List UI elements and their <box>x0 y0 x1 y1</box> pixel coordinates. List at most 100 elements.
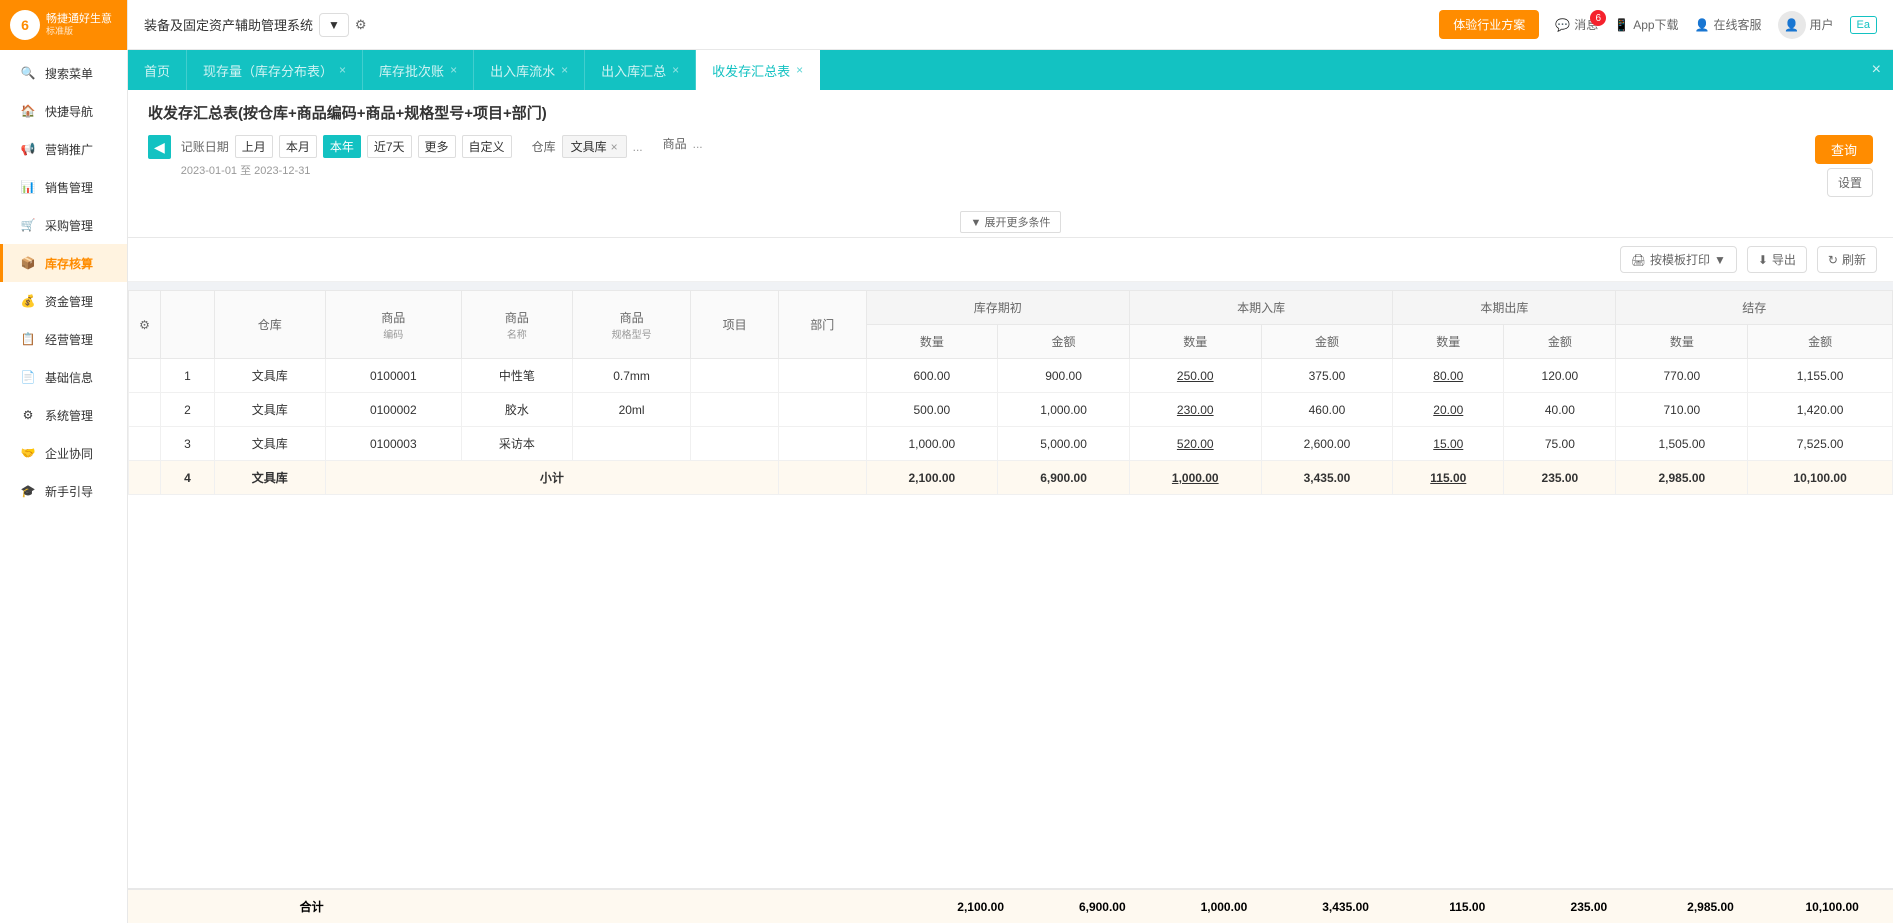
subtotal-label: 小计 <box>325 461 778 495</box>
app-download-action[interactable]: 📱 App下载 <box>1614 16 1678 33</box>
topbar-title: 装备及固定资产辅助管理系统 ▼ ⚙ <box>144 13 1427 37</box>
row1-dept <box>778 359 866 393</box>
date-btn-cur-year[interactable]: 本年 <box>323 135 361 158</box>
col-opening-header: 库存期初 <box>866 291 1129 325</box>
tab-recv-send-summary-close[interactable]: × <box>796 63 803 77</box>
table-row: 2 文具库 0100002 胶水 20ml 500.00 1,000.00 23… <box>129 393 1893 427</box>
purchase-icon: 🛒 <box>19 216 37 234</box>
warehouse-filter-label: 仓库 <box>532 138 556 155</box>
tab-in-out-summary[interactable]: 出入库汇总 × <box>585 50 696 90</box>
filter-toggle-btn[interactable]: ◀ <box>148 135 171 159</box>
row2-in-amt: 460.00 <box>1261 393 1393 427</box>
sidebar-item-system[interactable]: ⚙ 系统管理 <box>0 396 127 434</box>
col-spec-header: 商品规格型号 <box>572 291 691 359</box>
col-in-header: 本期入库 <box>1129 291 1392 325</box>
footer-out-amt: 235.00 <box>1528 900 1650 914</box>
sales-icon: 📊 <box>19 178 37 196</box>
row2-in-qty[interactable]: 230.00 <box>1129 393 1261 427</box>
row1-open-qty: 600.00 <box>866 359 998 393</box>
sidebar-item-purchase[interactable]: 🛒 采购管理 <box>0 206 127 244</box>
system-dropdown[interactable]: ▼ <box>319 13 349 37</box>
tab-in-out-summary-close[interactable]: × <box>672 63 679 77</box>
sidebar-item-marketing[interactable]: 📢 营销推广 <box>0 130 127 168</box>
date-btn-7days[interactable]: 近7天 <box>367 135 412 158</box>
subtotal-dept <box>778 461 866 495</box>
sidebar-item-newbie[interactable]: 🎓 新手引导 <box>0 472 127 510</box>
sidebar-item-search[interactable]: 🔍 搜索菜单 <box>0 54 127 92</box>
print-btn[interactable]: 🖨 按模板打印 ▼ <box>1620 246 1737 273</box>
tab-stock-dist[interactable]: 现存量（库存分布表） × <box>187 50 363 90</box>
ea-badge: Ea <box>1850 16 1877 34</box>
col-in-qty: 数量 <box>1129 325 1261 359</box>
app-download-label: App下载 <box>1633 16 1678 33</box>
sidebar-item-inventory[interactable]: 📦 库存核算 <box>0 244 127 282</box>
row1-close-amt: 1,155.00 <box>1748 359 1893 393</box>
row1-project <box>691 359 779 393</box>
main-close-btn[interactable]: × <box>1860 61 1893 79</box>
col-close-qty: 数量 <box>1616 325 1748 359</box>
col-name-header: 商品名称 <box>461 291 572 359</box>
sidebar-item-label: 系统管理 <box>45 407 93 424</box>
date-btn-prev-month[interactable]: 上月 <box>235 135 273 158</box>
subtotal-in-amt: 3,435.00 <box>1261 461 1393 495</box>
tab-in-out-flow[interactable]: 出入库流水 × <box>474 50 585 90</box>
row2-open-amt: 1,000.00 <box>998 393 1130 427</box>
subtotal-no: 4 <box>161 461 215 495</box>
settings-icon[interactable]: ⚙ <box>355 17 367 33</box>
sidebar-item-quick-nav[interactable]: 🏠 快捷导航 <box>0 92 127 130</box>
row2-name: 胶水 <box>461 393 572 427</box>
goods-filter-label: 商品 <box>663 135 687 152</box>
row3-code: 0100003 <box>325 427 461 461</box>
user-action[interactable]: 👤 用户 <box>1778 11 1834 39</box>
expand-conditions-btn[interactable]: ▼ 展开更多条件 <box>960 211 1062 233</box>
tab-batch-close[interactable]: × <box>450 63 457 77</box>
content-area: 收发存汇总表(按仓库+商品编码+商品+规格型号+项目+部门) ◀ 记账日期 上月… <box>128 90 1893 923</box>
footer-label: 合计 <box>190 898 433 915</box>
row2-out-qty[interactable]: 20.00 <box>1393 393 1504 427</box>
row3-no: 3 <box>161 427 215 461</box>
subtotal-open-qty: 2,100.00 <box>866 461 998 495</box>
row3-out-qty[interactable]: 15.00 <box>1393 427 1504 461</box>
row2-project <box>691 393 779 427</box>
export-btn[interactable]: ⬇ 导出 <box>1747 246 1807 273</box>
sidebar-item-enterprise[interactable]: 🤝 企业协同 <box>0 434 127 472</box>
tab-home[interactable]: 首页 <box>128 50 187 90</box>
sidebar-logo: 6 畅捷通好生意 标准版 <box>0 0 127 50</box>
tab-in-out-flow-close[interactable]: × <box>561 63 568 77</box>
gear-icon[interactable]: ⚙ <box>139 318 150 332</box>
trial-btn[interactable]: 体验行业方案 <box>1439 10 1539 39</box>
sidebar-item-label: 库存核算 <box>45 255 93 272</box>
query-btn[interactable]: 查询 <box>1815 135 1873 164</box>
message-action[interactable]: 💬 消息 6 <box>1555 16 1598 33</box>
row1-out-qty[interactable]: 80.00 <box>1393 359 1504 393</box>
topbar: 装备及固定资产辅助管理系统 ▼ ⚙ 体验行业方案 💬 消息 6 📱 App下载 … <box>128 0 1893 50</box>
tab-recv-send-summary[interactable]: 收发存汇总表 × <box>696 50 820 90</box>
sidebar-item-label: 新手引导 <box>45 483 93 500</box>
sidebar-item-finance[interactable]: 💰 资金管理 <box>0 282 127 320</box>
sidebar-item-sales[interactable]: 📊 销售管理 <box>0 168 127 206</box>
sidebar-item-basic-info[interactable]: 📄 基础信息 <box>0 358 127 396</box>
warehouse-tag-close[interactable]: × <box>611 140 618 154</box>
footer-out-qty: 115.00 <box>1406 900 1528 914</box>
row1-gear <box>129 359 161 393</box>
page-title: 收发存汇总表(按仓库+商品编码+商品+规格型号+项目+部门) <box>148 102 1873 123</box>
date-btn-custom[interactable]: 自定义 <box>462 135 512 158</box>
date-btn-more[interactable]: 更多 <box>418 135 456 158</box>
table-body: 1 文具库 0100001 中性笔 0.7mm 600.00 900.00 25… <box>129 359 1893 495</box>
filter-settings-btn[interactable]: 设置 <box>1827 168 1873 197</box>
row2-spec: 20ml <box>572 393 691 427</box>
row3-in-qty[interactable]: 520.00 <box>1129 427 1261 461</box>
goods-more[interactable]: ... <box>693 137 703 151</box>
warehouse-more[interactable]: ... <box>633 140 643 154</box>
tab-stock-dist-close[interactable]: × <box>339 63 346 77</box>
online-service-action[interactable]: 👤 在线客服 <box>1695 16 1762 33</box>
sidebar-item-operation[interactable]: 📋 经营管理 <box>0 320 127 358</box>
row3-open-amt: 5,000.00 <box>998 427 1130 461</box>
tab-batch[interactable]: 库存批次账 × <box>363 50 474 90</box>
date-btn-cur-month[interactable]: 本月 <box>279 135 317 158</box>
logo-text: 畅捷通好生意 标准版 <box>46 12 112 38</box>
data-table-container: ⚙ 仓库 商品编码 商品名称 商品规格型号 项目 <box>128 290 1893 888</box>
row1-open-amt: 900.00 <box>998 359 1130 393</box>
refresh-btn[interactable]: ↻ 刷新 <box>1817 246 1877 273</box>
row1-in-qty[interactable]: 250.00 <box>1129 359 1261 393</box>
